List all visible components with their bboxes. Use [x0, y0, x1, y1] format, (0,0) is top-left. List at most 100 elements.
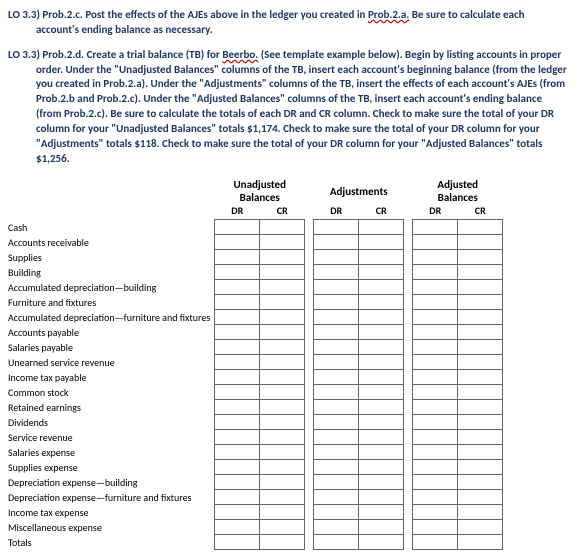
amount-cell — [413, 220, 458, 235]
amount-cell — [413, 400, 458, 415]
table-row: Dividends — [8, 415, 503, 430]
amount-cell — [314, 535, 359, 550]
amount-cell — [314, 250, 359, 265]
account-name: Income tax payable — [8, 370, 215, 385]
table-row: Furniture and fixtures — [8, 295, 503, 310]
amount-cell — [359, 415, 404, 430]
amount-cell — [458, 385, 503, 400]
amount-cell — [458, 445, 503, 460]
col-group-adjusted: Adjusted Balances — [413, 176, 503, 204]
amount-cell — [260, 280, 305, 295]
amount-cell — [359, 535, 404, 550]
amount-cell — [359, 310, 404, 325]
amount-cell — [359, 370, 404, 385]
amount-cell — [260, 535, 305, 550]
table-row: Retained earnings — [8, 400, 503, 415]
amount-cell — [215, 370, 260, 385]
amount-cell — [260, 445, 305, 460]
amount-cell — [413, 295, 458, 310]
amount-cell — [314, 430, 359, 445]
account-name: Unearned service revenue — [8, 355, 215, 370]
amount-cell — [215, 460, 260, 475]
amount-cell — [458, 265, 503, 280]
table-row: Cash — [8, 220, 503, 235]
table-row: Accounts receivable — [8, 235, 503, 250]
amount-cell — [458, 235, 503, 250]
amount-cell — [413, 265, 458, 280]
amount-cell — [359, 445, 404, 460]
amount-cell — [215, 385, 260, 400]
amount-cell — [260, 325, 305, 340]
amount-cell — [215, 355, 260, 370]
amount-cell — [359, 235, 404, 250]
amount-cell — [359, 505, 404, 520]
table-row: Depreciation expense—furniture and fixtu… — [8, 490, 503, 505]
amount-cell — [314, 310, 359, 325]
amount-cell — [359, 325, 404, 340]
account-name: Supplies expense — [8, 460, 215, 475]
amount-cell — [458, 220, 503, 235]
amount-cell — [260, 370, 305, 385]
amount-cell — [314, 295, 359, 310]
amount-cell — [260, 385, 305, 400]
account-name: Depreciation expense—furniture and fixtu… — [8, 490, 215, 505]
company-name: Beerbo. — [222, 48, 258, 61]
col-adj-cr: CR — [359, 204, 404, 220]
amount-cell — [413, 235, 458, 250]
amount-cell — [215, 505, 260, 520]
amount-cell — [359, 250, 404, 265]
amount-cell — [260, 505, 305, 520]
amount-cell — [359, 460, 404, 475]
amount-cell — [215, 430, 260, 445]
amount-cell — [359, 400, 404, 415]
amount-cell — [314, 415, 359, 430]
amount-cell — [458, 310, 503, 325]
account-name: Miscellaneous expense — [8, 520, 215, 535]
trial-balance-table: Unadjusted Balances Adjustments Adjusted… — [8, 176, 503, 550]
amount-cell — [215, 310, 260, 325]
amount-cell — [215, 520, 260, 535]
amount-cell — [458, 355, 503, 370]
amount-cell — [314, 355, 359, 370]
amount-cell — [215, 400, 260, 415]
amount-cell — [359, 265, 404, 280]
amount-cell — [458, 505, 503, 520]
table-row: Totals — [8, 535, 503, 550]
table-row: Accumulated depreciation—furniture and f… — [8, 310, 503, 325]
account-name: Furniture and fixtures — [8, 295, 215, 310]
amount-cell — [413, 445, 458, 460]
amount-cell — [413, 460, 458, 475]
amount-cell — [458, 400, 503, 415]
table-row: Depreciation expense—building — [8, 475, 503, 490]
amount-cell — [314, 475, 359, 490]
amount-cell — [359, 520, 404, 535]
amount-cell — [215, 280, 260, 295]
amount-cell — [458, 295, 503, 310]
lo-ref-2d: LO 3.3) Prob.2.d. — [8, 48, 84, 61]
amount-cell — [260, 310, 305, 325]
amount-cell — [413, 520, 458, 535]
amount-cell — [413, 430, 458, 445]
amount-cell — [458, 325, 503, 340]
col-group-adjustments: Adjustments — [314, 176, 404, 204]
amount-cell — [359, 355, 404, 370]
table-row: Income tax payable — [8, 370, 503, 385]
amount-cell — [413, 385, 458, 400]
table-row: Supplies expense — [8, 460, 503, 475]
account-name: Dividends — [8, 415, 215, 430]
amount-cell — [215, 220, 260, 235]
amount-cell — [458, 475, 503, 490]
amount-cell — [314, 385, 359, 400]
account-name: Cash — [8, 220, 215, 235]
amount-cell — [260, 295, 305, 310]
amount-cell — [215, 415, 260, 430]
table-row: Accounts payable — [8, 325, 503, 340]
amount-cell — [314, 235, 359, 250]
table-row: Salaries expense — [8, 445, 503, 460]
amount-cell — [458, 370, 503, 385]
amount-cell — [413, 535, 458, 550]
amount-cell — [314, 400, 359, 415]
account-name: Income tax expense — [8, 505, 215, 520]
col-unadj-dr: DR — [215, 204, 260, 220]
amount-cell — [215, 325, 260, 340]
